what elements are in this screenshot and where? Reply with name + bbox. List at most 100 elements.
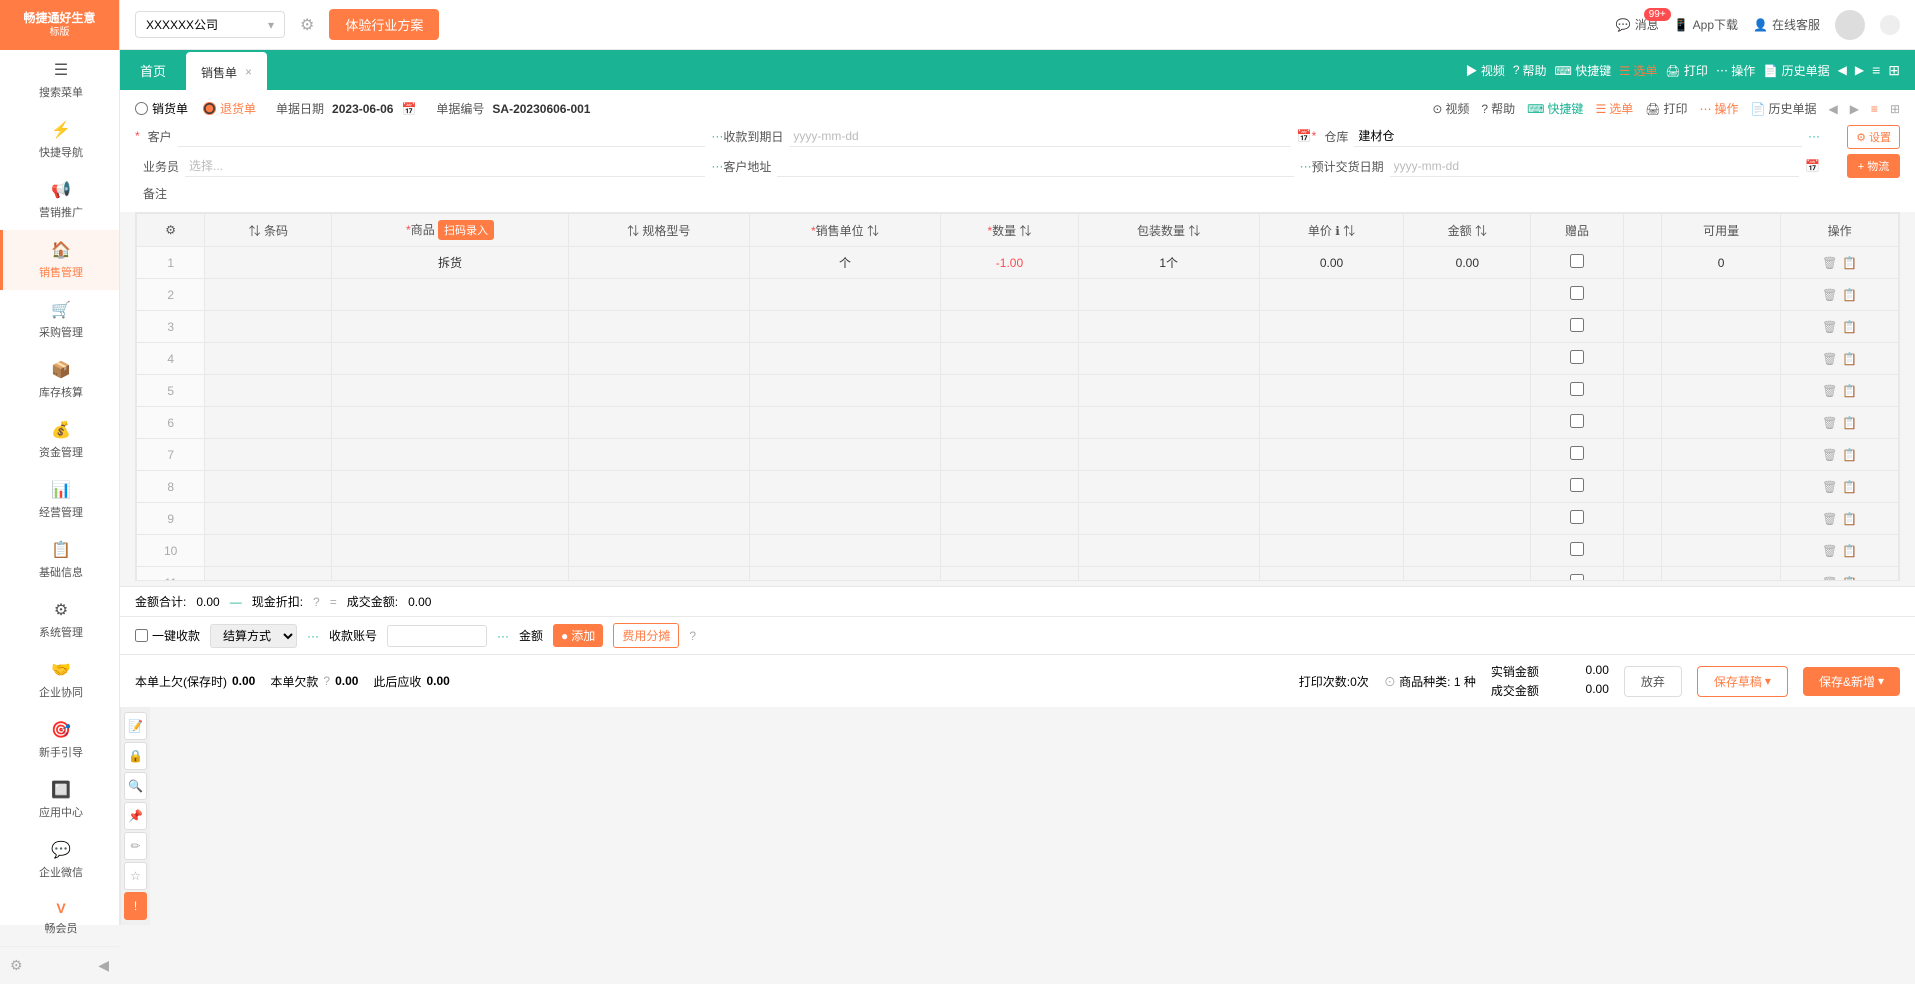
- logistics-button[interactable]: + 物流: [1847, 154, 1900, 178]
- sidebar-item-finance[interactable]: 💰 资金管理: [0, 410, 119, 470]
- r9-pkgqty[interactable]: [1078, 503, 1259, 535]
- delete-icon[interactable]: 🗑: [1822, 544, 1837, 558]
- nav-next-btn[interactable]: ▶: [1850, 102, 1859, 116]
- delete-icon[interactable]: 🗑: [1822, 448, 1837, 462]
- copy-icon[interactable]: 📋: [1842, 480, 1857, 494]
- r7-gift-checkbox[interactable]: [1570, 446, 1584, 460]
- r7-qty[interactable]: [941, 439, 1078, 471]
- help-action[interactable]: ? 帮助: [1513, 62, 1547, 79]
- calc-method-more-icon[interactable]: ···: [307, 629, 319, 643]
- r2-remark[interactable]: [1623, 279, 1661, 311]
- row1-product[interactable]: 拆货: [332, 247, 569, 279]
- return-radio-input[interactable]: [203, 102, 216, 115]
- r6-remark[interactable]: [1623, 407, 1661, 439]
- r2-spec[interactable]: [568, 279, 749, 311]
- row1-unit-price[interactable]: 0.00: [1259, 247, 1404, 279]
- r2-barcode[interactable]: [205, 279, 332, 311]
- r6-product[interactable]: [332, 407, 569, 439]
- user-avatar2[interactable]: [1880, 15, 1900, 35]
- rfloat-pin-icon[interactable]: 📌: [124, 802, 147, 830]
- r11-price[interactable]: [1259, 567, 1404, 582]
- row1-spec[interactable]: [568, 247, 749, 279]
- nav-prev-btn[interactable]: ◀: [1828, 102, 1837, 116]
- help-link[interactable]: ? 帮助: [1481, 100, 1515, 117]
- r7-amount[interactable]: [1404, 439, 1531, 471]
- r6-price[interactable]: [1259, 407, 1404, 439]
- r9-barcode[interactable]: [205, 503, 332, 535]
- customer-addr-more-icon[interactable]: ···: [1300, 159, 1312, 173]
- r3-product[interactable]: [332, 311, 569, 343]
- r6-unit[interactable]: [749, 407, 941, 439]
- r7-price[interactable]: [1259, 439, 1404, 471]
- col-amount[interactable]: 金额 ⇅: [1404, 214, 1531, 247]
- scan-button[interactable]: 扫码录入: [438, 220, 494, 240]
- shortcut-link[interactable]: ⌨ 快捷键: [1527, 100, 1583, 117]
- one-key-collect-label[interactable]: 一键收款: [135, 627, 200, 644]
- col-spec[interactable]: ⇅ 规格型号: [568, 214, 749, 247]
- row1-gift[interactable]: [1531, 247, 1623, 279]
- r5-amount[interactable]: [1404, 375, 1531, 407]
- expected-date-input[interactable]: yyyy-mm-dd: [1390, 155, 1799, 177]
- sidebar-item-system[interactable]: ⚙ 系统管理: [0, 590, 119, 650]
- add-payment-button[interactable]: ● 添加: [553, 624, 603, 647]
- r10-spec[interactable]: [568, 535, 749, 567]
- col-product[interactable]: *商品 扫码录入: [332, 214, 569, 247]
- r2-unit[interactable]: [749, 279, 941, 311]
- r11-remark[interactable]: [1623, 567, 1661, 582]
- r2-product[interactable]: [332, 279, 569, 311]
- sidebar-item-enterprise[interactable]: 🤝 企业协同: [0, 650, 119, 710]
- customer-input[interactable]: [178, 125, 706, 147]
- product-type-icon[interactable]: ⊙: [1384, 675, 1396, 689]
- r4-price[interactable]: [1259, 343, 1404, 375]
- copy-icon[interactable]: 📋: [1842, 384, 1857, 398]
- rfloat-alert-icon[interactable]: !: [124, 892, 147, 920]
- r5-barcode[interactable]: [205, 375, 332, 407]
- row1-unit[interactable]: 个: [749, 247, 941, 279]
- r8-pkgqty[interactable]: [1078, 471, 1259, 503]
- r2-amount[interactable]: [1404, 279, 1531, 311]
- r7-gift[interactable]: [1531, 439, 1623, 471]
- sale-type-radio[interactable]: 销货单: [135, 100, 188, 117]
- row1-remark[interactable]: [1623, 247, 1661, 279]
- r9-amount[interactable]: [1404, 503, 1531, 535]
- col-barcode[interactable]: ⇅ 条码: [205, 214, 332, 247]
- delete-icon[interactable]: 🗑: [1822, 288, 1837, 302]
- r8-price[interactable]: [1259, 471, 1404, 503]
- r2-gift-checkbox[interactable]: [1570, 286, 1584, 300]
- r5-gift[interactable]: [1531, 375, 1623, 407]
- warehouse-more-icon[interactable]: ···: [1808, 129, 1820, 143]
- copy-icon[interactable]: 📋: [1842, 512, 1857, 526]
- r7-unit[interactable]: [749, 439, 941, 471]
- r2-price[interactable]: [1259, 279, 1404, 311]
- r6-pkgqty[interactable]: [1078, 407, 1259, 439]
- row1-qty[interactable]: -1.00: [941, 247, 1078, 279]
- rfloat-pencil-icon[interactable]: ✏: [124, 832, 147, 860]
- r10-pkgqty[interactable]: [1078, 535, 1259, 567]
- sidebar-item-apps[interactable]: 🔲 应用中心: [0, 770, 119, 830]
- r6-barcode[interactable]: [205, 407, 332, 439]
- layout-icon1[interactable]: ≡: [1872, 62, 1880, 78]
- r10-gift-checkbox[interactable]: [1570, 542, 1584, 556]
- sidebar-item-sales[interactable]: 🏠 销售管理: [0, 230, 119, 290]
- rfloat-search-icon[interactable]: 🔍: [124, 772, 147, 800]
- r5-unit[interactable]: [749, 375, 941, 407]
- r10-unit[interactable]: [749, 535, 941, 567]
- sidebar-item-wechat[interactable]: 💬 企业微信: [0, 830, 119, 890]
- r4-amount[interactable]: [1404, 343, 1531, 375]
- copy-icon[interactable]: 📋: [1842, 416, 1857, 430]
- r8-spec[interactable]: [568, 471, 749, 503]
- payment-cal-icon[interactable]: 📅: [1297, 129, 1312, 143]
- r11-unit[interactable]: [749, 567, 941, 582]
- tab-sales-order[interactable]: 销售单 ×: [186, 52, 267, 92]
- customer-addr-input[interactable]: [777, 155, 1293, 177]
- row1-amount[interactable]: 0.00: [1404, 247, 1531, 279]
- sidebar-item-shortcuts[interactable]: ⚡ 快捷导航: [0, 110, 119, 170]
- salesperson-input[interactable]: 选择...: [185, 155, 705, 177]
- r10-qty[interactable]: [941, 535, 1078, 567]
- discount-info-icon[interactable]: ?: [313, 595, 320, 609]
- r2-gift[interactable]: [1531, 279, 1623, 311]
- r9-product[interactable]: [332, 503, 569, 535]
- r4-spec[interactable]: [568, 343, 749, 375]
- sidebar-item-marketing[interactable]: 📢 营销推广: [0, 170, 119, 230]
- r8-gift[interactable]: [1531, 471, 1623, 503]
